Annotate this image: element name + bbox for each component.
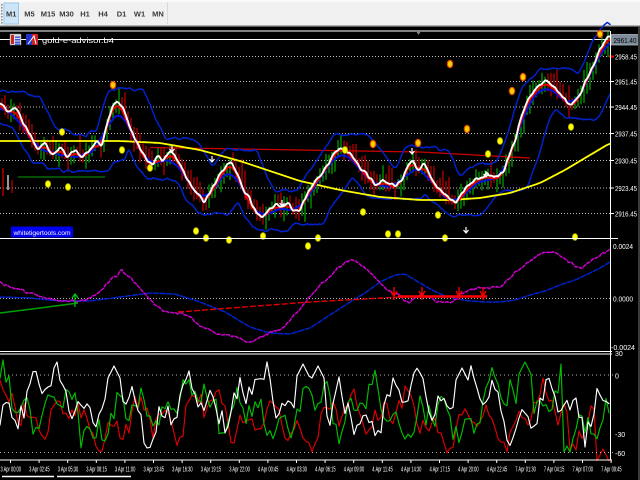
svg-text:M30: M30 (59, 10, 74, 19)
svg-text:3 Apr 22:00: 3 Apr 22:00 (229, 467, 250, 474)
svg-text:4 Apr 14:30: 4 Apr 14:30 (401, 467, 422, 474)
svg-text:D1: D1 (117, 10, 127, 19)
svg-text:7 Apr 04:15: 7 Apr 04:15 (544, 467, 565, 474)
svg-text:M5: M5 (24, 10, 34, 19)
svg-text:3 Apr 05:30: 3 Apr 05:30 (58, 467, 79, 474)
svg-text:3 Apr 19:15: 3 Apr 19:15 (201, 467, 222, 474)
svg-text:2930.45: 2930.45 (615, 156, 637, 165)
svg-text:2944.45: 2944.45 (615, 103, 637, 112)
svg-text:2958.45: 2958.45 (615, 52, 637, 61)
svg-text:30: 30 (615, 351, 623, 358)
svg-text:gold-e-advisor.b4: gold-e-advisor.b4 (42, 36, 114, 45)
svg-text:H1: H1 (80, 10, 90, 19)
svg-text:M1: M1 (6, 10, 16, 19)
svg-text:2961.40: 2961.40 (614, 36, 637, 45)
svg-text:4 Apr 22:45: 4 Apr 22:45 (487, 467, 508, 474)
svg-text:3 Apr 02:45: 3 Apr 02:45 (29, 467, 50, 474)
svg-text:2937.45: 2937.45 (615, 129, 637, 138)
svg-text:3 Apr 11:00: 3 Apr 11:00 (115, 467, 136, 474)
svg-text:4 Apr 20:00: 4 Apr 20:00 (458, 467, 479, 474)
svg-text:2951.45: 2951.45 (615, 77, 637, 86)
svg-text:7 Apr 09:45: 7 Apr 09:45 (601, 467, 622, 474)
svg-text:whitetigertools.com: whitetigertools.com (12, 230, 70, 237)
svg-text:2923.45: 2923.45 (615, 184, 637, 193)
svg-text:W1: W1 (134, 10, 145, 19)
svg-text:MN: MN (152, 10, 164, 19)
svg-text:0.0024: 0.0024 (613, 242, 633, 251)
svg-text:0.0000: 0.0000 (613, 295, 633, 304)
svg-text:4 Apr 17:15: 4 Apr 17:15 (430, 467, 451, 474)
svg-text:4 Apr 09:00: 4 Apr 09:00 (344, 467, 365, 474)
svg-text:4 Apr 06:15: 4 Apr 06:15 (315, 467, 336, 474)
svg-text:4 Apr 03:30: 4 Apr 03:30 (287, 467, 308, 474)
svg-text:2916.45: 2916.45 (615, 209, 637, 218)
svg-text:0: 0 (615, 374, 619, 381)
svg-text:H4: H4 (98, 10, 108, 19)
svg-text:3 Apr 13:45: 3 Apr 13:45 (144, 467, 165, 474)
svg-text:3 Apr 08:15: 3 Apr 08:15 (86, 467, 107, 474)
svg-text:-60: -60 (615, 451, 625, 458)
svg-text:4 Apr 00:45: 4 Apr 00:45 (258, 467, 279, 474)
svg-text:4 Apr 11:45: 4 Apr 11:45 (372, 467, 393, 474)
svg-text:3 Apr 00:00: 3 Apr 00:00 (1, 467, 22, 474)
svg-text:M15: M15 (41, 10, 56, 19)
svg-text:7 Apr 07:00: 7 Apr 07:00 (573, 467, 594, 474)
svg-text:-30: -30 (615, 432, 625, 439)
svg-text:3 Apr 16:30: 3 Apr 16:30 (172, 467, 193, 474)
svg-text:7 Apr 01:30: 7 Apr 01:30 (515, 467, 536, 474)
